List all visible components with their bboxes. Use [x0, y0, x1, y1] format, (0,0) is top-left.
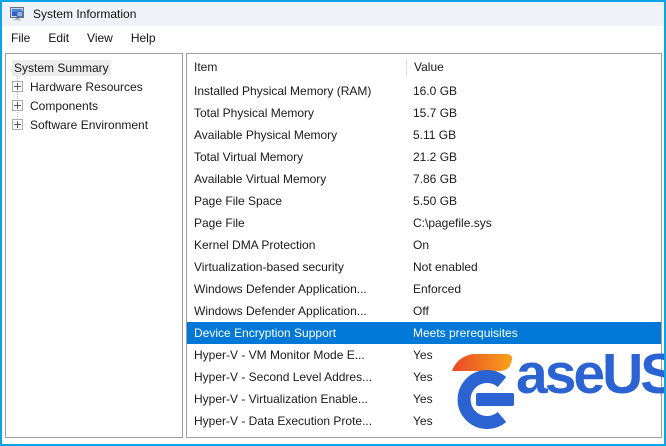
menu-view[interactable]: View	[78, 28, 122, 48]
expand-plus-icon[interactable]	[12, 119, 23, 130]
table-row[interactable]: Hyper-V - VM Monitor Mode E... Yes	[187, 344, 661, 366]
value-cell: 7.86 GB	[406, 172, 661, 186]
table-row[interactable]: Available Virtual Memory 7.86 GB	[187, 168, 661, 190]
value-cell: Yes	[406, 348, 661, 362]
value-cell: 21.2 GB	[406, 150, 661, 164]
system-information-window: System Information File Edit View Help S…	[0, 0, 666, 446]
value-cell: Meets prerequisites	[406, 326, 661, 340]
table-row[interactable]: Virtualization-based security Not enable…	[187, 256, 661, 278]
item-cell: Total Virtual Memory	[187, 150, 406, 164]
app-icon	[10, 7, 25, 21]
column-header-value[interactable]: Value	[406, 59, 661, 76]
value-cell: C:\pagefile.sys	[406, 216, 661, 230]
item-cell: Total Physical Memory	[187, 106, 406, 120]
tree-item-system-summary[interactable]: System Summary	[6, 58, 182, 77]
item-cell: Available Physical Memory	[187, 128, 406, 142]
item-cell: Page File	[187, 216, 406, 230]
tree-item-label: Software Environment	[28, 117, 150, 133]
table-row-selected[interactable]: Device Encryption Support Meets prerequi…	[187, 322, 661, 344]
item-cell: Hyper-V - Data Execution Prote...	[187, 414, 406, 428]
expand-plus-icon[interactable]	[12, 81, 23, 92]
item-cell: Kernel DMA Protection	[187, 238, 406, 252]
table-row[interactable]: Windows Defender Application... Off	[187, 300, 661, 322]
item-cell: Hyper-V - Virtualization Enable...	[187, 392, 406, 406]
item-cell: Virtualization-based security	[187, 260, 406, 274]
window-title: System Information	[33, 7, 136, 21]
tree-item-label: System Summary	[12, 60, 111, 76]
table-row[interactable]: Installed Physical Memory (RAM) 16.0 GB	[187, 80, 661, 102]
title-bar: System Information	[2, 2, 664, 26]
value-cell: On	[406, 238, 661, 252]
item-cell: Installed Physical Memory (RAM)	[187, 84, 406, 98]
value-cell: 15.7 GB	[406, 106, 661, 120]
table-row[interactable]: Available Physical Memory 5.11 GB	[187, 124, 661, 146]
item-cell: Hyper-V - Second Level Addres...	[187, 370, 406, 384]
tree-item-label: Components	[28, 98, 100, 114]
detail-list-pane: Item Value Installed Physical Memory (RA…	[186, 53, 662, 438]
value-cell: Yes	[406, 414, 661, 428]
item-cell: Page File Space	[187, 194, 406, 208]
menu-help[interactable]: Help	[122, 28, 165, 48]
value-cell: Enforced	[406, 282, 661, 296]
table-row[interactable]: Hyper-V - Second Level Addres... Yes	[187, 366, 661, 388]
item-cell: Device Encryption Support	[187, 326, 406, 340]
table-row[interactable]: Total Virtual Memory 21.2 GB	[187, 146, 661, 168]
table-row[interactable]: Hyper-V - Virtualization Enable... Yes	[187, 388, 661, 410]
category-tree-pane: System Summary Hardware Resources Compon…	[5, 53, 183, 438]
value-cell: Off	[406, 304, 661, 318]
value-cell: 16.0 GB	[406, 84, 661, 98]
table-row[interactable]: Page File C:\pagefile.sys	[187, 212, 661, 234]
list-header: Item Value	[187, 54, 661, 80]
content-area: System Summary Hardware Resources Compon…	[2, 52, 664, 444]
value-cell: Not enabled	[406, 260, 661, 274]
table-row[interactable]: Kernel DMA Protection On	[187, 234, 661, 256]
item-cell: Hyper-V - VM Monitor Mode E...	[187, 348, 406, 362]
tree-item-software-environment[interactable]: Software Environment	[6, 115, 182, 134]
value-cell: 5.50 GB	[406, 194, 661, 208]
value-cell: Yes	[406, 370, 661, 384]
menu-edit[interactable]: Edit	[39, 28, 78, 48]
menu-bar: File Edit View Help	[2, 26, 664, 50]
menu-file[interactable]: File	[2, 28, 39, 48]
value-cell: 5.11 GB	[406, 128, 661, 142]
column-header-item[interactable]: Item	[187, 60, 406, 74]
tree-item-components[interactable]: Components	[6, 96, 182, 115]
table-row[interactable]: Windows Defender Application... Enforced	[187, 278, 661, 300]
expand-plus-icon[interactable]	[12, 100, 23, 111]
item-cell: Windows Defender Application...	[187, 282, 406, 296]
tree-item-label: Hardware Resources	[28, 79, 145, 95]
table-row[interactable]: Hyper-V - Data Execution Prote... Yes	[187, 410, 661, 432]
table-row[interactable]: Page File Space 5.50 GB	[187, 190, 661, 212]
value-cell: Yes	[406, 392, 661, 406]
item-cell: Windows Defender Application...	[187, 304, 406, 318]
table-row[interactable]: Total Physical Memory 15.7 GB	[187, 102, 661, 124]
item-cell: Available Virtual Memory	[187, 172, 406, 186]
tree-item-hardware-resources[interactable]: Hardware Resources	[6, 77, 182, 96]
